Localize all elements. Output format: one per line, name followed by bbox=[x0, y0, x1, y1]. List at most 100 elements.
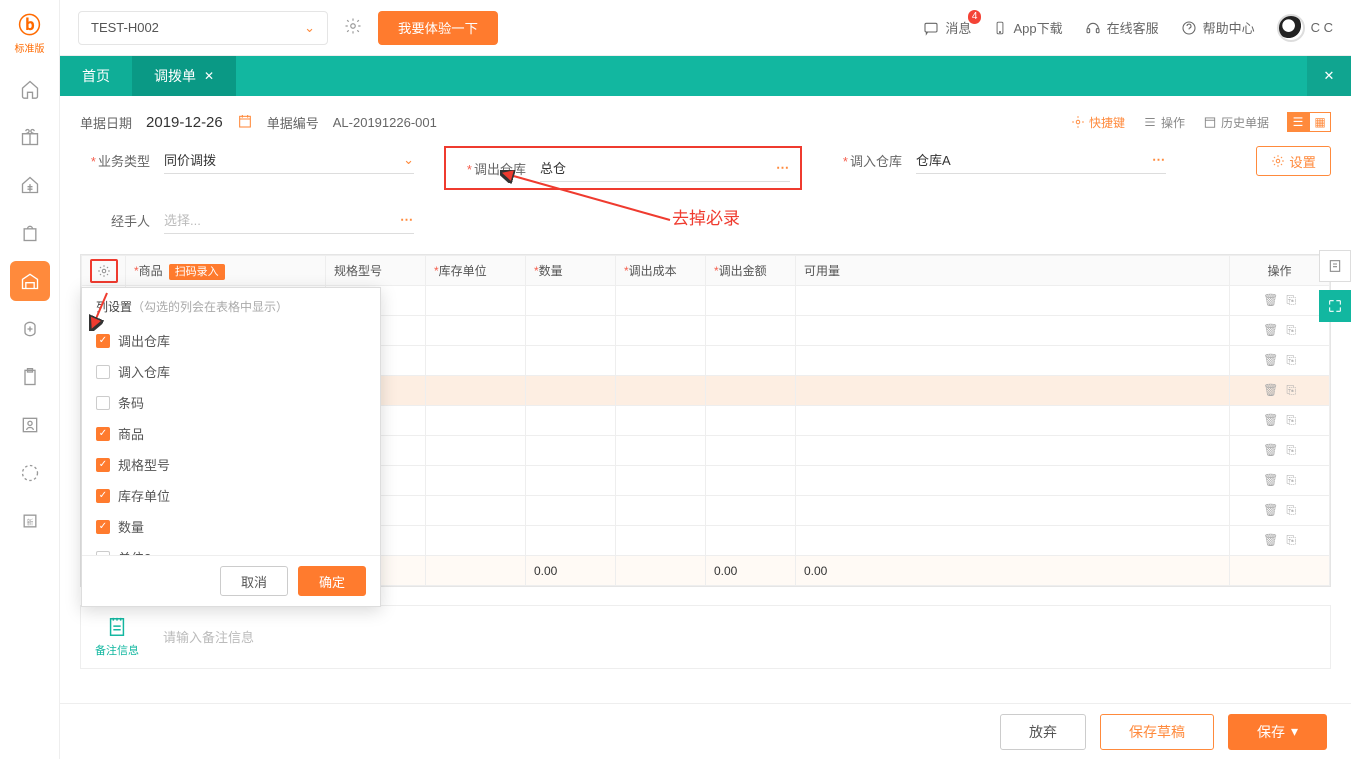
column-options-list[interactable]: ✓调出仓库调入仓库条码✓商品✓规格型号✓库存单位✓数量单位2 bbox=[82, 325, 380, 555]
delete-icon[interactable]: 🗑 bbox=[1263, 503, 1278, 517]
column-option[interactable]: ✓数量 bbox=[96, 511, 366, 542]
shortcut-link[interactable]: 快捷键 bbox=[1071, 114, 1125, 131]
ops-link[interactable]: 操作 bbox=[1143, 114, 1185, 131]
messages-link[interactable]: 消息 4 bbox=[923, 18, 971, 37]
delete-icon[interactable]: 🗑 bbox=[1263, 293, 1278, 307]
col-amt: *调出金额 bbox=[706, 256, 796, 286]
date-value[interactable]: 2019-12-26 bbox=[146, 114, 223, 131]
rail-new[interactable]: 新 bbox=[10, 501, 50, 541]
checkbox-icon: ✓ bbox=[96, 520, 110, 534]
copy-icon[interactable]: ⎘ bbox=[1286, 383, 1296, 397]
column-option[interactable]: 条码 bbox=[96, 387, 366, 418]
rail-home[interactable] bbox=[10, 69, 50, 109]
out-warehouse-select[interactable]: 总仓 ⋯ bbox=[540, 154, 790, 182]
copy-icon[interactable]: ⎘ bbox=[1286, 293, 1296, 307]
ok-button[interactable]: 确定 bbox=[298, 566, 366, 596]
tab-transfer[interactable]: 调拨单 ✕ bbox=[132, 56, 236, 96]
date-label: 单据日期 bbox=[80, 113, 132, 132]
copy-icon[interactable]: ⎘ bbox=[1286, 323, 1296, 337]
remark-input[interactable] bbox=[153, 630, 1330, 645]
grid-view-icon[interactable]: ▦ bbox=[1309, 112, 1331, 132]
more-icon[interactable]: ⋯ bbox=[776, 160, 790, 176]
rail-contact[interactable] bbox=[10, 405, 50, 445]
delete-icon[interactable]: 🗑 bbox=[1263, 443, 1278, 457]
checkbox-icon bbox=[96, 551, 110, 556]
copy-icon[interactable]: ⎘ bbox=[1286, 353, 1296, 367]
delete-icon[interactable]: 🗑 bbox=[1263, 413, 1278, 427]
column-option[interactable]: 调入仓库 bbox=[96, 356, 366, 387]
copy-icon[interactable]: ⎘ bbox=[1286, 443, 1296, 457]
delete-icon[interactable]: 🗑 bbox=[1263, 473, 1278, 487]
rail-warehouse[interactable] bbox=[10, 261, 50, 301]
side-rail: ⓑ 标准版 新 bbox=[0, 0, 60, 759]
column-option[interactable]: ✓商品 bbox=[96, 418, 366, 449]
rail-bag[interactable] bbox=[10, 213, 50, 253]
help-link[interactable]: 帮助中心 bbox=[1181, 18, 1255, 37]
discard-button[interactable]: 放弃 bbox=[1000, 714, 1086, 750]
biz-type-field: *业务类型 同价调拨 ⌄ bbox=[80, 146, 414, 174]
delete-icon[interactable]: 🗑 bbox=[1263, 533, 1278, 547]
column-settings-popup: 列设置（勾选的列会在表格中显示） ✓调出仓库调入仓库条码✓商品✓规格型号✓库存单… bbox=[81, 287, 381, 607]
in-warehouse-select[interactable]: 仓库A ⋯ bbox=[916, 146, 1166, 174]
checkbox-icon bbox=[96, 396, 110, 410]
note-tool[interactable] bbox=[1319, 250, 1351, 282]
rail-money[interactable] bbox=[10, 309, 50, 349]
customer-service-link[interactable]: 在线客服 bbox=[1085, 18, 1159, 37]
tenant-select[interactable]: TEST-H002 ⌄ bbox=[78, 11, 328, 45]
view-toggle[interactable]: ☰ ▦ bbox=[1287, 112, 1331, 132]
form-row-1: *业务类型 同价调拨 ⌄ *调出仓库 总仓 ⋯ *调入仓库 仓库A ⋯ bbox=[60, 142, 1351, 202]
settings-button[interactable]: 设置 bbox=[1256, 146, 1331, 176]
delete-icon[interactable]: 🗑 bbox=[1263, 353, 1278, 367]
column-option[interactable]: ✓库存单位 bbox=[96, 480, 366, 511]
delete-icon[interactable]: 🗑 bbox=[1263, 383, 1278, 397]
tab-home[interactable]: 首页 bbox=[60, 56, 132, 96]
try-button[interactable]: 我要体验一下 bbox=[378, 11, 498, 45]
chevron-down-icon: ⌄ bbox=[403, 152, 414, 168]
in-warehouse-field: *调入仓库 仓库A ⋯ bbox=[832, 146, 1166, 174]
history-link[interactable]: 历史单据 bbox=[1203, 114, 1269, 131]
handler-select[interactable]: 选择... ⋯ bbox=[164, 206, 414, 234]
col-ops: 操作 bbox=[1230, 256, 1330, 286]
column-settings-button[interactable] bbox=[90, 259, 118, 283]
page-tabs: 首页 调拨单 ✕ ✕ bbox=[60, 56, 1351, 96]
close-icon[interactable]: ✕ bbox=[204, 69, 214, 83]
remark-icon: 备注信息 bbox=[81, 616, 153, 658]
column-option[interactable]: ✓调出仓库 bbox=[96, 325, 366, 356]
more-icon[interactable]: ⋯ bbox=[1152, 152, 1166, 168]
gear-icon[interactable] bbox=[344, 17, 362, 38]
app-download-link[interactable]: App下载 bbox=[993, 18, 1062, 37]
avatar bbox=[1277, 14, 1305, 42]
checkbox-icon: ✓ bbox=[96, 458, 110, 472]
column-option[interactable]: 单位2 bbox=[96, 542, 366, 555]
close-all-tabs[interactable]: ✕ bbox=[1307, 56, 1351, 96]
user-menu[interactable]: C C bbox=[1277, 14, 1333, 42]
more-icon[interactable]: ⋯ bbox=[400, 212, 414, 228]
biz-type-select[interactable]: 同价调拨 ⌄ bbox=[164, 146, 414, 174]
rail-dots[interactable] bbox=[10, 453, 50, 493]
logo-subtitle: 标准版 bbox=[15, 40, 45, 55]
rail-price[interactable] bbox=[10, 165, 50, 205]
calendar-icon[interactable] bbox=[237, 113, 253, 132]
delete-icon[interactable]: 🗑 bbox=[1263, 323, 1278, 337]
copy-icon[interactable]: ⎘ bbox=[1286, 413, 1296, 427]
scan-tag[interactable]: 扫码录入 bbox=[169, 264, 225, 280]
copy-icon[interactable]: ⎘ bbox=[1286, 473, 1296, 487]
save-draft-button[interactable]: 保存草稿 bbox=[1100, 714, 1214, 750]
rail-gift[interactable] bbox=[10, 117, 50, 157]
rail-clipboard[interactable] bbox=[10, 357, 50, 397]
svg-text:新: 新 bbox=[26, 517, 33, 526]
save-button[interactable]: 保存▾ bbox=[1228, 714, 1327, 750]
col-cost: *调出成本 bbox=[616, 256, 706, 286]
col-avail: 可用量 bbox=[796, 256, 1230, 286]
form-row-2: 经手人 选择... ⋯ bbox=[60, 202, 1351, 246]
messages-badge: 4 bbox=[968, 10, 982, 24]
expand-tool[interactable] bbox=[1319, 290, 1351, 322]
copy-icon[interactable]: ⎘ bbox=[1286, 533, 1296, 547]
list-view-icon[interactable]: ☰ bbox=[1287, 112, 1309, 132]
col-qty: *数量 bbox=[526, 256, 616, 286]
cancel-button[interactable]: 取消 bbox=[220, 566, 288, 596]
tenant-value: TEST-H002 bbox=[91, 20, 159, 35]
column-option[interactable]: ✓规格型号 bbox=[96, 449, 366, 480]
docno-label: 单据编号 bbox=[267, 113, 319, 132]
copy-icon[interactable]: ⎘ bbox=[1286, 503, 1296, 517]
